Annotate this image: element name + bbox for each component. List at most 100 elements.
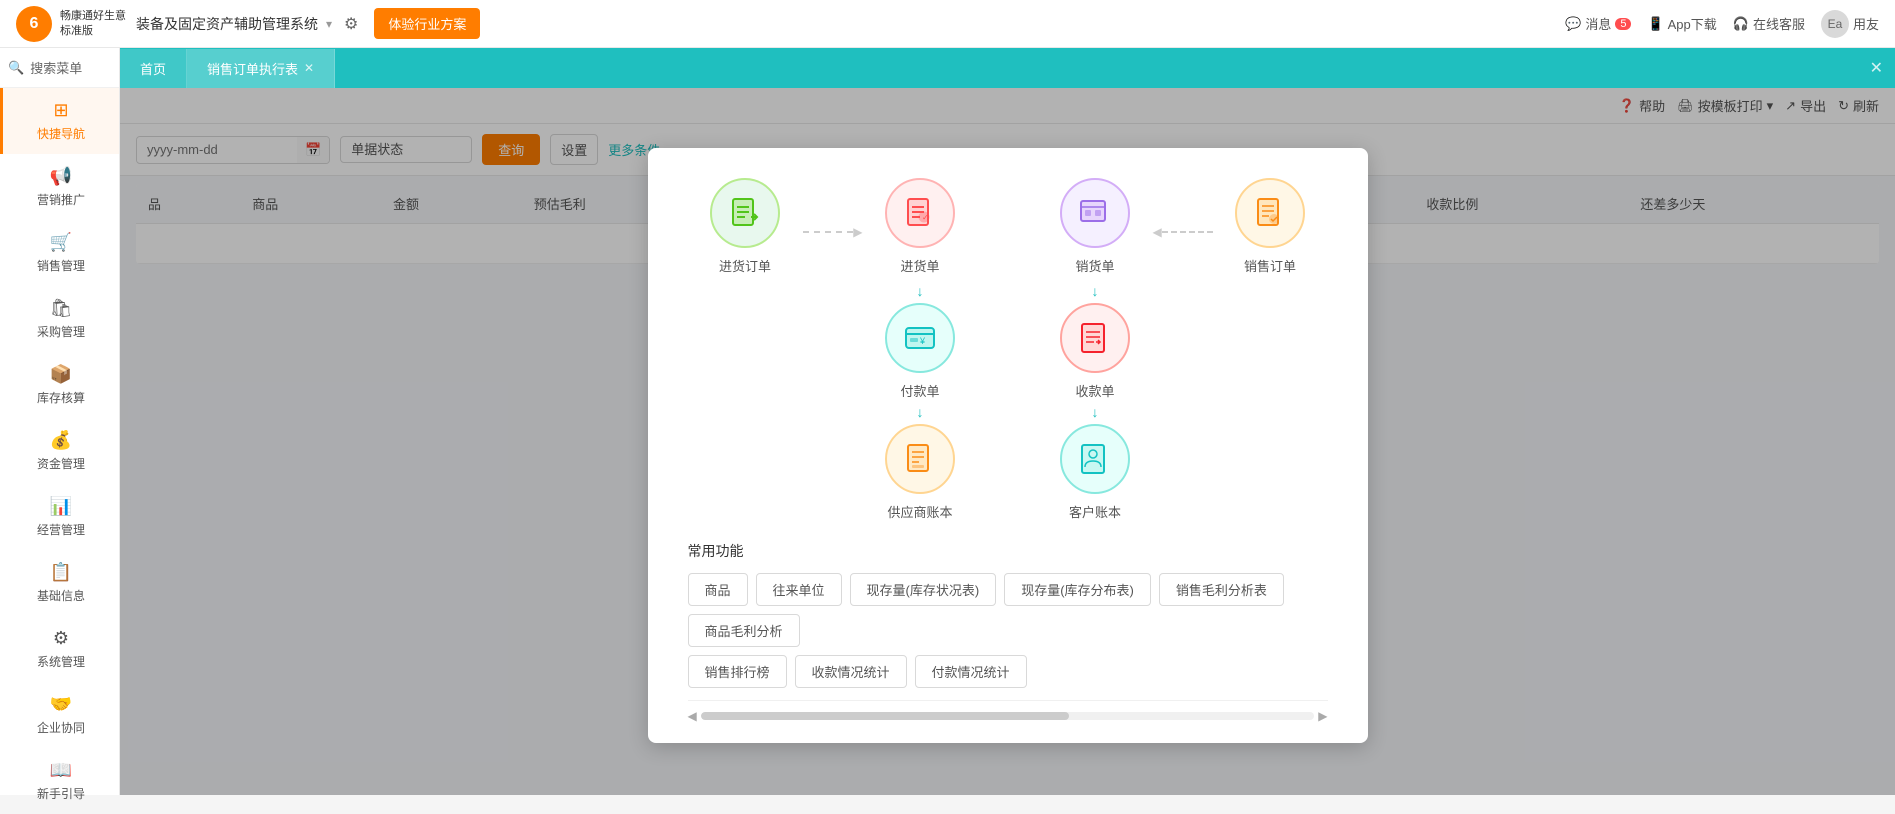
flow-diagram: 进货订单 ▶ xyxy=(688,178,1328,521)
experience-btn[interactable]: 体验行业方案 xyxy=(374,8,480,39)
purchase-icon: 🛍 xyxy=(50,298,73,319)
sidebar-item-purchase[interactable]: 🛍 采购管理 xyxy=(0,286,119,352)
spacer-col1 xyxy=(688,279,803,521)
customer-account-node[interactable] xyxy=(1060,424,1130,494)
func-buttons-row1: 商品 往来单位 现存量(库存状况表) 现存量(库存分布表) 销售毛利分析表 商品… xyxy=(688,573,1328,647)
service-icon: 🎧 xyxy=(1733,16,1749,32)
online-service-btn[interactable]: 🎧 在线客服 xyxy=(1733,14,1805,33)
quick-nav-icon: ⊞ xyxy=(53,100,68,121)
scrollbar-track[interactable] xyxy=(701,712,1315,720)
collab-icon: 🤝 xyxy=(50,694,72,715)
func-btn-receipt-stat[interactable]: 收款情况统计 xyxy=(795,655,907,688)
sales-bill-label: 销货单 xyxy=(1075,256,1114,275)
receipt-col: ↓ xyxy=(1038,279,1153,521)
sidebar-item-operation[interactable]: 📊 经营管理 xyxy=(0,484,119,550)
guide-icon: 📖 xyxy=(50,760,72,781)
down-arrow-receipt: ↓ xyxy=(1092,279,1099,303)
payment-col: ↓ ¥ 付款单 xyxy=(863,279,978,521)
sidebar-item-marketing[interactable]: 📢 营销推广 xyxy=(0,154,119,220)
system-icon: ⚙ xyxy=(53,628,69,649)
basic-icon: 📋 xyxy=(50,562,72,583)
content-area: ❓ 帮助 🖨 按模板打印 ▾ ↗ 导出 ↻ 刷新 xyxy=(120,88,1895,795)
func-btn-payment-stat[interactable]: 付款情况统计 xyxy=(915,655,1027,688)
main-content: 首页 销售订单执行表 ✕ ✕ ❓ 帮助 🖨 按模板打印 ▾ xyxy=(120,48,1895,795)
download-icon: 📱 xyxy=(1647,16,1663,32)
modal-overlay[interactable]: 进货订单 ▶ xyxy=(120,88,1895,795)
payment-label: 付款单 xyxy=(900,381,939,400)
func-btn-sales-profit[interactable]: 销售毛利分析表 xyxy=(1159,573,1284,606)
sidebar-item-basic[interactable]: 📋 基础信息 xyxy=(0,550,119,616)
tab-close-icon[interactable]: ✕ xyxy=(304,61,314,75)
sidebar-item-quick-nav[interactable]: ⊞ 快捷导航 xyxy=(0,88,119,154)
inventory-icon: 📦 xyxy=(50,364,72,385)
tab-sales-order[interactable]: 销售订单执行表 ✕ xyxy=(187,49,335,88)
func-btn-stock-dist[interactable]: 现存量(库存分布表) xyxy=(1004,573,1151,606)
sidebar-item-guide[interactable]: 📖 新手引导 xyxy=(0,748,119,814)
purchase-order-node-wrap: 进货订单 xyxy=(688,178,803,275)
message-icon: 💬 xyxy=(1565,16,1581,32)
spacer-arr2 xyxy=(978,279,1038,521)
sales-order-node[interactable] xyxy=(1235,178,1305,248)
marketing-icon: 📢 xyxy=(50,166,72,187)
tab-home[interactable]: 首页 xyxy=(120,49,187,88)
purchase-bill-node[interactable]: ✓ xyxy=(885,178,955,248)
func-btn-stock-status[interactable]: 现存量(库存状况表) xyxy=(850,573,997,606)
sales-order-node-wrap: 销售订单 xyxy=(1213,178,1328,275)
finance-icon: 💰 xyxy=(50,430,72,451)
down-arrow-payment: ↓ xyxy=(917,279,924,303)
sidebar-item-finance[interactable]: 💰 资金管理 xyxy=(0,418,119,484)
sidebar: 🔍 搜索菜单 ⊞ 快捷导航 📢 营销推广 🛒 销售管理 🛍 采购管理 📦 库存核… xyxy=(0,48,120,795)
sidebar-item-sales[interactable]: 🛒 销售管理 xyxy=(0,220,119,286)
message-badge: 5 xyxy=(1615,18,1631,30)
modal-dialog: 进货订单 ▶ xyxy=(648,148,1368,743)
payment-node[interactable]: ¥ xyxy=(885,303,955,373)
func-buttons-row2: 销售排行榜 收款情况统计 付款情况统计 xyxy=(688,655,1328,688)
supplier-account-node[interactable] xyxy=(885,424,955,494)
scroll-right-btn[interactable]: ▶ xyxy=(1318,709,1327,723)
top-header: 6 畅康通好生意 标准版 装备及固定资产辅助管理系统 ▾ ⚙ 体验行业方案 💬 … xyxy=(0,0,1895,48)
sales-icon: 🛒 xyxy=(50,232,72,253)
dropdown-icon[interactable]: ▾ xyxy=(326,17,332,31)
arrow-purchase-to-bill: ▶ xyxy=(803,225,863,239)
purchase-order-label: 进货订单 xyxy=(719,256,771,275)
purchase-bill-node-wrap: ✓ 进货单 xyxy=(863,178,978,275)
search-menu-btn[interactable]: 🔍 搜索菜单 xyxy=(0,48,119,88)
tab-bar-right: ✕ xyxy=(1870,58,1895,78)
customer-account-label: 客户账本 xyxy=(1069,502,1121,521)
app-download-btn[interactable]: 📱 App下载 xyxy=(1647,14,1716,33)
logo-area: 6 畅康通好生意 标准版 xyxy=(16,6,136,42)
main-layout: 🔍 搜索菜单 ⊞ 快捷导航 📢 营销推广 🛒 销售管理 🛍 采购管理 📦 库存核… xyxy=(0,48,1895,795)
spacer-col4 xyxy=(1153,279,1213,521)
spacer-col4b xyxy=(1213,279,1328,521)
purchase-bill-label: 进货单 xyxy=(900,256,939,275)
receipt-node[interactable] xyxy=(1060,303,1130,373)
purchase-order-node[interactable] xyxy=(710,178,780,248)
flow-row-top: 进货订单 ▶ xyxy=(688,178,1328,275)
supplier-account-label: 供应商账本 xyxy=(887,502,952,521)
sidebar-item-system[interactable]: ⚙ 系统管理 xyxy=(0,616,119,682)
sidebar-item-collab[interactable]: 🤝 企业协同 xyxy=(0,682,119,748)
common-functions: 常用功能 商品 往来单位 现存量(库存状况表) 现存量(库存分布表) 销售毛利分… xyxy=(688,541,1328,688)
svg-text:✓: ✓ xyxy=(922,213,929,222)
receipt-label: 收款单 xyxy=(1075,381,1114,400)
func-btn-sales-rank[interactable]: 销售排行榜 xyxy=(688,655,787,688)
func-btn-goods-profit[interactable]: 商品毛利分析 xyxy=(688,614,800,647)
sales-bill-node-wrap: 销货单 xyxy=(1038,178,1153,275)
settings-icon[interactable]: ⚙ xyxy=(344,14,358,34)
user-area[interactable]: Ea 用友 xyxy=(1821,10,1879,38)
func-btn-goods[interactable]: 商品 xyxy=(688,573,748,606)
sales-bill-node[interactable] xyxy=(1060,178,1130,248)
sidebar-item-inventory[interactable]: 📦 库存核算 xyxy=(0,352,119,418)
modal-scrollbar: ◀ ▶ xyxy=(688,700,1328,723)
flow-row-arrows: ↓ ¥ 付款单 xyxy=(688,279,1328,521)
message-btn[interactable]: 💬 消息 5 xyxy=(1565,14,1631,33)
svg-text:¥: ¥ xyxy=(919,336,926,346)
window-close-btn[interactable]: ✕ xyxy=(1870,60,1883,77)
avatar: Ea xyxy=(1821,10,1849,38)
common-functions-title: 常用功能 xyxy=(688,541,1328,561)
operation-icon: 📊 xyxy=(50,496,72,517)
logo-icon: 6 xyxy=(16,6,52,42)
scroll-left-btn[interactable]: ◀ xyxy=(688,709,697,723)
header-right: 💬 消息 5 📱 App下载 🎧 在线客服 Ea 用友 xyxy=(1565,10,1879,38)
func-btn-partner[interactable]: 往来单位 xyxy=(756,573,842,606)
